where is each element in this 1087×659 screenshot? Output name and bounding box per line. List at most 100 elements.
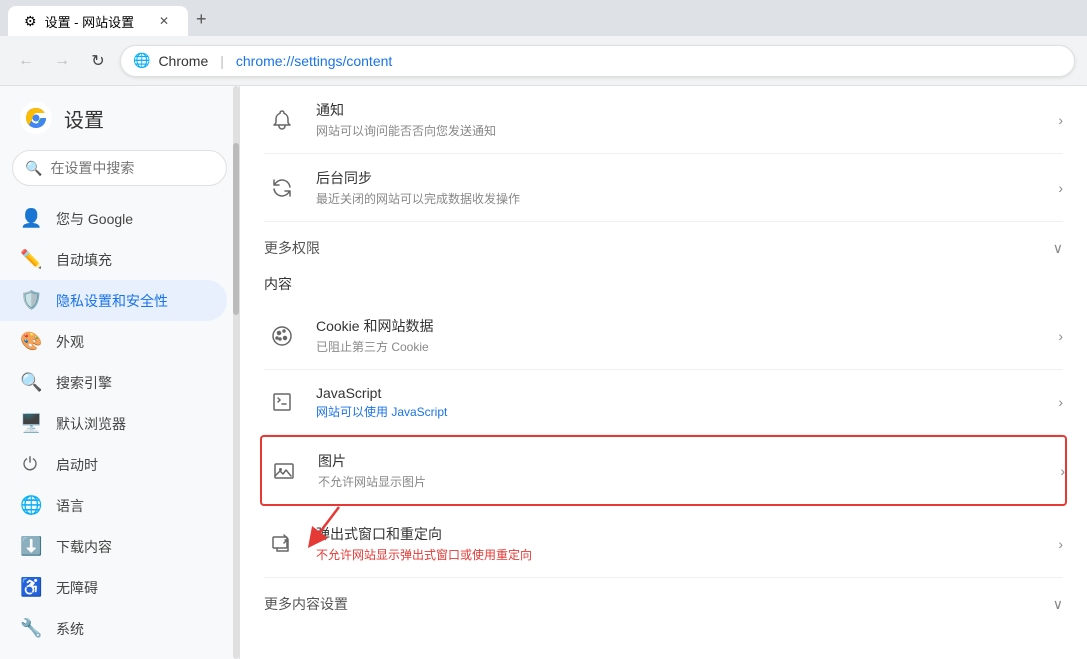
image-icon-wrap: [266, 453, 302, 489]
sidebar-item-label: 语言: [56, 496, 84, 516]
sidebar-item-label: 启动时: [56, 455, 98, 475]
back-button[interactable]: ←: [12, 47, 40, 75]
browser-icon: 🖥️: [20, 413, 40, 434]
notifications-title: 通知: [316, 100, 1050, 120]
notifications-subtitle: 网站可以询问能否否向您发送通知: [316, 122, 1050, 139]
more-permissions-label: 更多权限: [264, 238, 320, 258]
forward-button[interactable]: →: [48, 47, 76, 75]
settings-section: 通知 网站可以询问能否否向您发送通知 › 后台同步 最近关闭的网站可以完成数据收…: [240, 86, 1087, 622]
bell-icon: [270, 108, 294, 132]
sidebar-item-startup[interactable]: ⏻ 启动时: [0, 444, 227, 485]
url-prefix: Chrome: [158, 53, 208, 69]
new-tab-button[interactable]: +: [188, 5, 215, 34]
sidebar-item-system[interactable]: 🔧 系统: [0, 608, 227, 649]
image-icon: [272, 459, 296, 483]
images-subtitle: 不允许网站显示图片: [318, 473, 1052, 490]
shield-icon: 🛡️: [20, 290, 40, 311]
language-icon: 🌐: [20, 495, 40, 516]
javascript-item[interactable]: JavaScript 网站可以使用 JavaScript ›: [264, 370, 1063, 435]
sidebar-item-google[interactable]: 👤 您与 Google: [0, 198, 227, 239]
tab-favicon: ⚙: [24, 13, 37, 30]
sidebar: 设置 🔍 👤 您与 Google ✏️ 自动填充 🛡️ 隐私设置和安全性 🎨 外…: [0, 86, 240, 659]
autofill-icon: ✏️: [20, 249, 40, 270]
js-icon-wrap: [264, 384, 300, 420]
popup-icon-wrap: [264, 526, 300, 562]
sync-content: 后台同步 最近关闭的网站可以完成数据收发操作: [316, 168, 1050, 207]
sidebar-header: 设置: [0, 86, 239, 150]
popup-subtitle: 不允许网站显示弹出式窗口或使用重定向: [316, 546, 1050, 563]
url-bar[interactable]: 🌐 Chrome | chrome://settings/content: [120, 45, 1075, 77]
search-engine-icon: 🔍: [20, 372, 40, 393]
sidebar-item-label: 无障碍: [56, 578, 98, 598]
images-title: 图片: [318, 451, 1052, 471]
more-permissions-header[interactable]: 更多权限 ∨: [264, 222, 1063, 266]
js-content: JavaScript 网站可以使用 JavaScript: [316, 385, 1050, 420]
tab-label: 设置 - 网站设置: [45, 12, 135, 31]
javascript-icon: [270, 390, 294, 414]
sidebar-item-privacy[interactable]: 🛡️ 隐私设置和安全性: [0, 280, 227, 321]
startup-icon: ⏻: [20, 454, 40, 475]
more-content-label: 更多内容设置: [264, 594, 348, 614]
sidebar-item-language[interactable]: 🌐 语言: [0, 485, 227, 526]
tab-close-button[interactable]: ✕: [156, 13, 172, 29]
background-sync-item[interactable]: 后台同步 最近关闭的网站可以完成数据收发操作 ›: [264, 154, 1063, 222]
content-label: 内容: [264, 274, 292, 294]
more-content-chevron: ∨: [1053, 596, 1063, 613]
sidebar-title: 设置: [64, 104, 104, 133]
sidebar-scrollbar-thumb: [233, 143, 239, 315]
images-content: 图片 不允许网站显示图片: [318, 451, 1052, 490]
cookie-title: Cookie 和网站数据: [316, 316, 1050, 336]
main-layout: 设置 🔍 👤 您与 Google ✏️ 自动填充 🛡️ 隐私设置和安全性 🎨 外…: [0, 86, 1087, 659]
accessibility-icon: ♿: [20, 577, 40, 598]
sidebar-item-autofill[interactable]: ✏️ 自动填充: [0, 239, 227, 280]
popup-title: 弹出式窗口和重定向: [316, 524, 1050, 544]
popup-arrow: ›: [1058, 536, 1063, 552]
active-tab[interactable]: ⚙ 设置 - 网站设置 ✕: [8, 6, 188, 36]
sidebar-item-default-browser[interactable]: 🖥️ 默认浏览器: [0, 403, 227, 444]
js-arrow: ›: [1058, 394, 1063, 410]
sync-icon-wrap: [264, 170, 300, 206]
sync-arrow: ›: [1058, 180, 1063, 196]
js-subtitle: 网站可以使用 JavaScript: [316, 403, 1050, 420]
system-icon: 🔧: [20, 618, 40, 639]
popup-content: 弹出式窗口和重定向 不允许网站显示弹出式窗口或使用重定向: [316, 524, 1050, 563]
sidebar-item-label: 隐私设置和安全性: [56, 291, 168, 311]
notifications-icon-wrap: [264, 102, 300, 138]
cookie-icon-wrap: [264, 318, 300, 354]
sidebar-item-reset[interactable]: ↺ 重置并清理: [0, 649, 227, 659]
popup-item-wrapper: 弹出式窗口和重定向 不允许网站显示弹出式窗口或使用重定向 ›: [264, 510, 1063, 578]
download-icon: ⬇️: [20, 536, 40, 557]
search-icon: 🔍: [25, 160, 42, 177]
sidebar-item-label: 您与 Google: [56, 209, 133, 229]
cookie-icon: [270, 324, 294, 348]
title-bar: ⚙ 设置 - 网站设置 ✕ +: [0, 0, 1087, 36]
cookie-subtitle: 已阻止第三方 Cookie: [316, 338, 1050, 355]
cookie-item[interactable]: Cookie 和网站数据 已阻止第三方 Cookie ›: [264, 302, 1063, 370]
address-bar: ← → ↻ 🌐 Chrome | chrome://settings/conte…: [0, 36, 1087, 86]
appearance-icon: 🎨: [20, 331, 40, 352]
sidebar-item-search[interactable]: 🔍 搜索引擎: [0, 362, 227, 403]
sidebar-item-downloads[interactable]: ⬇️ 下载内容: [0, 526, 227, 567]
sidebar-scrollbar: [233, 86, 239, 659]
sync-subtitle: 最近关闭的网站可以完成数据收发操作: [316, 190, 1050, 207]
person-icon: 👤: [20, 208, 40, 229]
notifications-content: 通知 网站可以询问能否否向您发送通知: [316, 100, 1050, 139]
cookie-content: Cookie 和网站数据 已阻止第三方 Cookie: [316, 316, 1050, 355]
search-input[interactable]: [50, 160, 214, 176]
sidebar-item-label: 默认浏览器: [56, 414, 126, 434]
popup-item[interactable]: 弹出式窗口和重定向 不允许网站显示弹出式窗口或使用重定向 ›: [264, 510, 1063, 578]
url-path: chrome://settings/content: [236, 53, 392, 69]
chrome-logo-icon: [20, 102, 52, 134]
sidebar-item-label: 系统: [56, 619, 84, 639]
more-permissions-chevron: ∨: [1053, 240, 1063, 257]
images-item[interactable]: 图片 不允许网站显示图片 ›: [262, 437, 1065, 504]
more-content-header[interactable]: 更多内容设置 ∨: [264, 578, 1063, 622]
sidebar-item-label: 下载内容: [56, 537, 112, 557]
sidebar-search-bar[interactable]: 🔍: [12, 150, 227, 186]
notifications-item[interactable]: 通知 网站可以询问能否否向您发送通知 ›: [264, 86, 1063, 154]
sidebar-item-label: 搜索引擎: [56, 373, 112, 393]
reload-button[interactable]: ↻: [84, 47, 112, 75]
sidebar-item-label: 外观: [56, 332, 84, 352]
sidebar-item-appearance[interactable]: 🎨 外观: [0, 321, 227, 362]
sidebar-item-accessibility[interactable]: ♿ 无障碍: [0, 567, 227, 608]
